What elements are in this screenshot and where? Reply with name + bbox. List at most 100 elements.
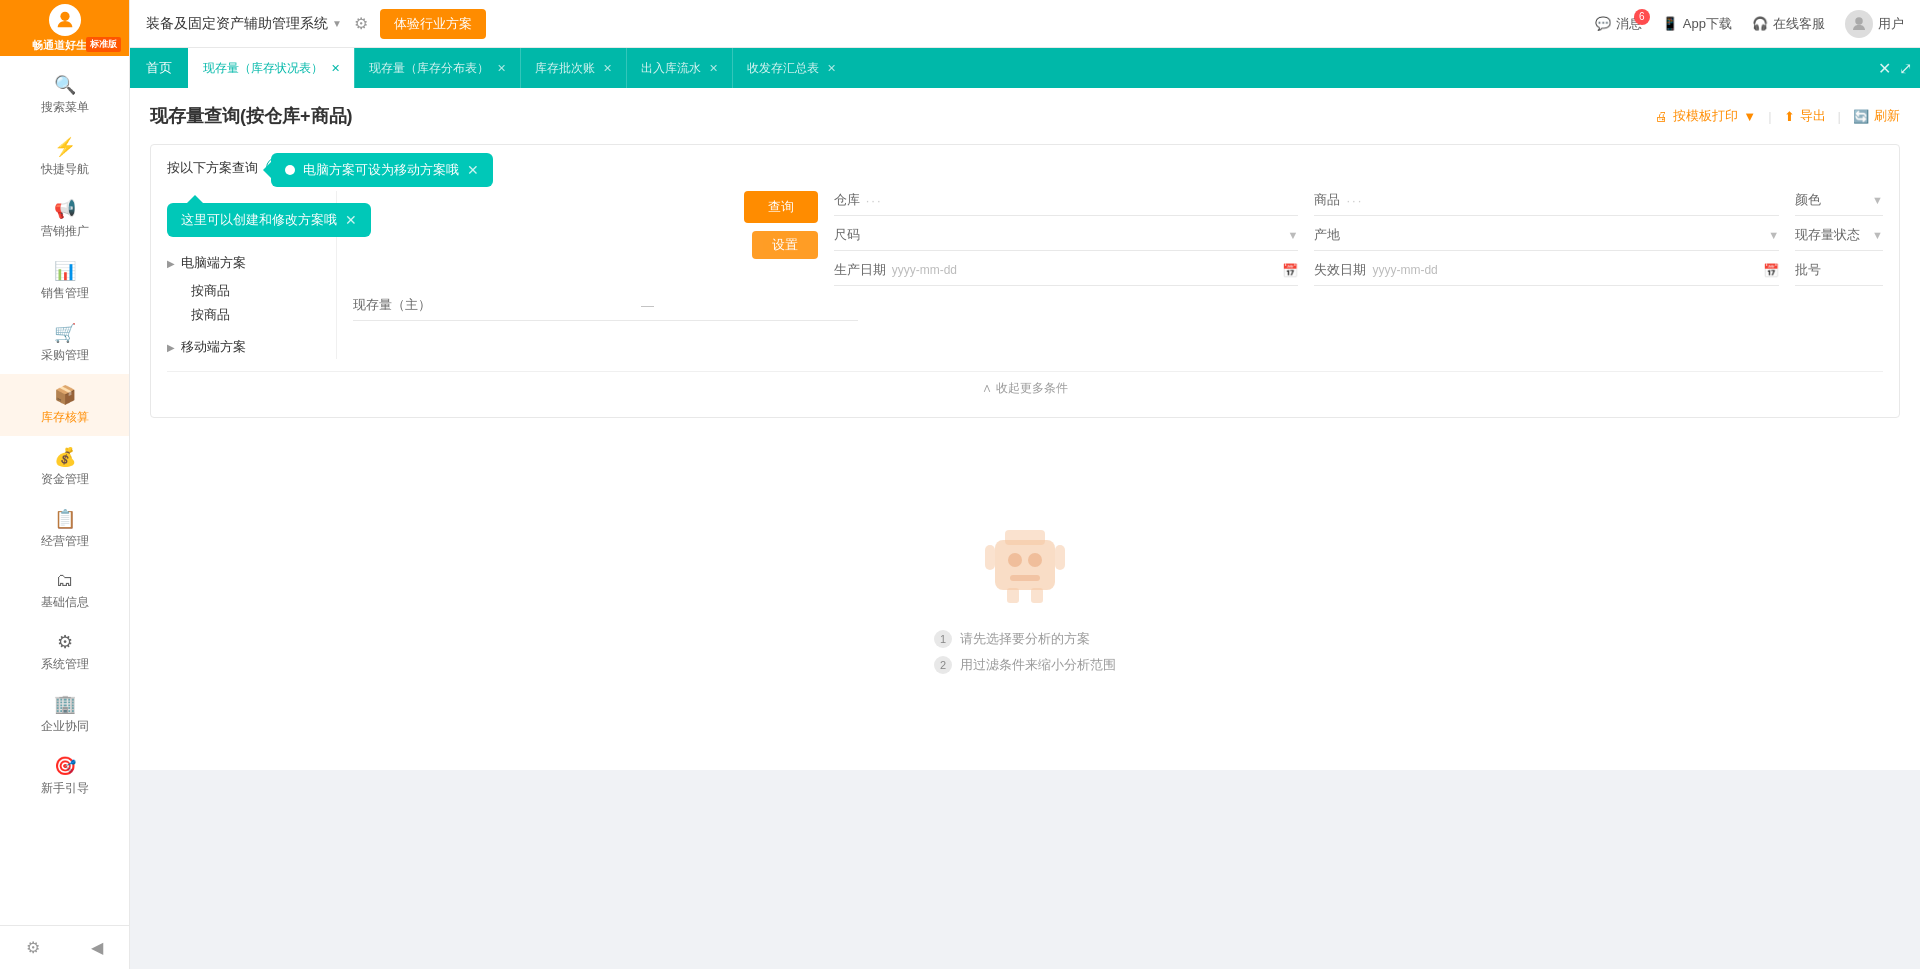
- tooltip-mobile-text: 电脑方案可设为移动方案哦: [303, 161, 459, 179]
- export-label: 导出: [1800, 107, 1826, 125]
- sidebar-item-system[interactable]: ⚙ 系统管理: [0, 621, 129, 683]
- warehouse-dots[interactable]: ···: [866, 193, 1299, 208]
- svg-point-0: [60, 11, 69, 20]
- guide-icon: 🎯: [54, 755, 76, 777]
- size-dropdown-arrow[interactable]: ▼: [1288, 229, 1299, 241]
- tab-home[interactable]: 首页: [130, 48, 188, 88]
- enterprise-icon: 🏢: [54, 693, 76, 715]
- tab-expand-icon[interactable]: ⤢: [1899, 59, 1912, 78]
- sidebar-item-inventory[interactable]: 📦 库存核算: [0, 374, 129, 436]
- tab-recv-summary[interactable]: 收发存汇总表 ✕: [732, 48, 850, 88]
- scheme-expand-arrow: ▶: [167, 258, 175, 269]
- warehouse-field: 仓库 ···: [834, 191, 1299, 216]
- sidebar-item-quick-nav[interactable]: ⚡ 快捷导航: [0, 126, 129, 188]
- scheme-child-1[interactable]: 按商品: [191, 279, 320, 303]
- sidebar-item-marketing[interactable]: 📢 营销推广: [0, 188, 129, 250]
- sidebar-item-operation[interactable]: 📋 经营管理: [0, 498, 129, 560]
- app-download-action[interactable]: 📱 App下载: [1662, 15, 1732, 33]
- finance-icon: 💰: [54, 446, 76, 468]
- tooltip-edit-text: 这里可以创建和修改方案哦: [181, 211, 337, 229]
- expiry-date-input[interactable]: yyyy-mm-dd: [1372, 263, 1757, 277]
- svg-rect-2: [995, 540, 1055, 590]
- sidebar-item-sales[interactable]: 📊 销售管理: [0, 250, 129, 312]
- sidebar-item-guide[interactable]: 🎯 新手引导: [0, 745, 129, 807]
- goods-field: 商品 ···: [1314, 191, 1779, 216]
- page-actions: 🖨 按模板打印 ▼ | ⬆ 导出 | 🔄 刷新: [1655, 107, 1900, 125]
- print-button[interactable]: 🖨 按模板打印 ▼: [1655, 107, 1756, 125]
- tab-inout-flow[interactable]: 出入库流水 ✕: [626, 48, 732, 88]
- production-date-input[interactable]: yyyy-mm-dd: [892, 263, 1277, 277]
- sidebar-item-label: 系统管理: [41, 656, 89, 673]
- filter-main-panel: 仓库 ··· 商品 ··· 颜色 ▼: [353, 191, 1883, 359]
- filter-tree-panel: 这里可以创建和修改方案哦 ✕ ▶ 电脑端方案 按商品: [167, 191, 337, 359]
- svg-rect-3: [1005, 530, 1045, 545]
- inventory-qty-separator: —: [641, 298, 654, 313]
- tooltip-close2[interactable]: ✕: [345, 212, 357, 228]
- sidebar-item-label: 快捷导航: [41, 161, 89, 178]
- industry-button[interactable]: 体验行业方案: [380, 9, 486, 39]
- empty-hint-1: 1 请先选择要分析的方案: [934, 630, 1116, 648]
- content-area: 现存量查询(按仓库+商品) 🖨 按模板打印 ▼ | ⬆ 导出 | 🔄: [130, 88, 1920, 969]
- tooltip-close1[interactable]: ✕: [467, 162, 479, 178]
- sidebar-item-enterprise[interactable]: 🏢 企业协同: [0, 683, 129, 745]
- sidebar-item-search[interactable]: 🔍 搜索菜单: [0, 64, 129, 126]
- sidebar-item-basic[interactable]: 🗂 基础信息: [0, 560, 129, 621]
- warehouse-label: 仓库: [834, 191, 860, 209]
- collapse-sidebar-icon[interactable]: ◀: [91, 938, 103, 957]
- inventory-status-dropdown-arrow[interactable]: ▼: [1872, 229, 1883, 241]
- expiry-date-calendar-icon[interactable]: 📅: [1763, 263, 1779, 278]
- origin-field: 产地 ▼: [1314, 226, 1779, 251]
- color-field: 颜色 ▼: [1795, 191, 1883, 216]
- operation-icon: 📋: [54, 508, 76, 530]
- reset-button[interactable]: 设置: [752, 231, 818, 259]
- goods-label: 商品: [1314, 191, 1340, 209]
- empty-illustration: [965, 510, 1085, 610]
- tab-close-inventory-status[interactable]: ✕: [331, 62, 340, 75]
- phone-icon: 📱: [1662, 16, 1678, 31]
- production-date-calendar-icon[interactable]: 📅: [1282, 263, 1298, 278]
- chevron-down-icon: ▼: [332, 18, 342, 29]
- tab-inventory-dist[interactable]: 现存量（库存分布表） ✕: [354, 48, 520, 88]
- tab-inventory-status[interactable]: 现存量（库存状况表） ✕: [188, 48, 354, 88]
- header-settings-icon[interactable]: ⚙: [354, 14, 368, 33]
- system-selector[interactable]: 装备及固定资产辅助管理系统 ▼: [146, 15, 342, 33]
- production-date-field: 生产日期 yyyy-mm-dd 📅: [834, 261, 1299, 286]
- user-label: 用户: [1878, 15, 1904, 33]
- query-button[interactable]: 查询: [744, 191, 818, 223]
- tooltip-edit-scheme: 这里可以创建和修改方案哦 ✕: [167, 203, 371, 237]
- action-divider1: |: [1768, 109, 1771, 124]
- scheme-mobile[interactable]: ▶ 移动端方案: [167, 335, 320, 359]
- purchase-icon: 🛒: [54, 322, 76, 344]
- tab-close-recv-summary[interactable]: ✕: [827, 62, 836, 75]
- tab-close-inout-flow[interactable]: ✕: [709, 62, 718, 75]
- tab-close-batch-account[interactable]: ✕: [603, 62, 612, 75]
- message-action[interactable]: 💬 消息 6: [1595, 15, 1642, 33]
- goods-dots[interactable]: ···: [1346, 193, 1779, 208]
- empty-hint-2: 2 用过滤条件来缩小分析范围: [934, 656, 1116, 674]
- scheme-desktop[interactable]: ▶ 电脑端方案: [167, 251, 320, 275]
- tab-close-all-icon[interactable]: ✕: [1878, 59, 1891, 78]
- inventory-status-field: 现存量状态 ▼: [1795, 226, 1883, 251]
- collapse-bar[interactable]: ∧ 收起更多条件: [167, 371, 1883, 405]
- size-field: 尺码 ▼: [834, 226, 1299, 251]
- refresh-button[interactable]: 🔄 刷新: [1853, 107, 1900, 125]
- scheme-child-2[interactable]: 按商品: [191, 303, 320, 327]
- tab-batch-account[interactable]: 库存批次账 ✕: [520, 48, 626, 88]
- scheme-child2-label: 按商品: [191, 306, 230, 324]
- tab-close-inventory-dist[interactable]: ✕: [497, 62, 506, 75]
- hint-text-2: 用过滤条件来缩小分析范围: [960, 656, 1116, 674]
- user-action[interactable]: 用户: [1845, 10, 1904, 38]
- export-button[interactable]: ⬆ 导出: [1784, 107, 1826, 125]
- svg-point-5: [1028, 553, 1042, 567]
- settings-bottom-icon[interactable]: ⚙: [26, 938, 40, 957]
- basic-icon: 🗂: [56, 570, 74, 591]
- refresh-label: 刷新: [1874, 107, 1900, 125]
- page-title: 现存量查询(按仓库+商品): [150, 104, 353, 128]
- online-service-action[interactable]: 🎧 在线客服: [1752, 15, 1825, 33]
- sidebar-item-finance[interactable]: 💰 资金管理: [0, 436, 129, 498]
- collapse-arrow-icon: ∧: [982, 381, 992, 395]
- color-dropdown-arrow[interactable]: ▼: [1872, 194, 1883, 206]
- origin-dropdown-arrow[interactable]: ▼: [1768, 229, 1779, 241]
- sidebar-item-purchase[interactable]: 🛒 采购管理: [0, 312, 129, 374]
- origin-label: 产地: [1314, 226, 1340, 244]
